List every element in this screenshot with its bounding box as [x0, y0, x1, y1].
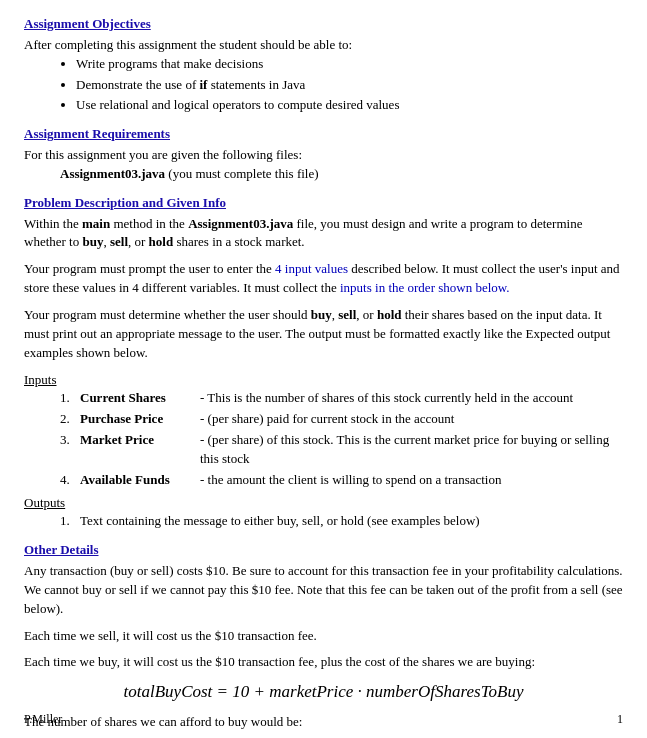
inputs-list: 1. Current Shares - This is the number o… — [60, 389, 623, 489]
outputs-label: Outputs — [24, 495, 65, 510]
list-item: 1. Text containing the message to either… — [60, 512, 623, 531]
list-item: Use relational and logical operators to … — [76, 96, 623, 115]
para3-buy: buy — [311, 307, 332, 322]
problem-para1: Within the main method in the Assignment… — [24, 215, 623, 253]
assignment-objectives-section: Assignment Objectives After completing t… — [24, 15, 623, 115]
para1-file: Assignment03.java — [188, 216, 293, 231]
assignment-requirements-title: Assignment Requirements — [24, 125, 623, 144]
assignment-requirements-section: Assignment Requirements For this assignm… — [24, 125, 623, 184]
file-name: Assignment03.java — [60, 166, 165, 181]
para2-highlight2: inputs in the order shown below. — [340, 280, 510, 295]
problem-description-section: Problem Description and Given Info Withi… — [24, 194, 623, 532]
para1-or: , or — [128, 234, 149, 249]
problem-para3: Your program must determine whether the … — [24, 306, 623, 363]
page-footer: P.Miller 1 — [24, 711, 623, 728]
para3-sell: sell — [338, 307, 356, 322]
outputs-list: 1. Text containing the message to either… — [60, 512, 623, 531]
outputs-section: Outputs 1. Text containing the message t… — [24, 494, 623, 532]
other-details-section: Other Details Any transaction (buy or se… — [24, 541, 623, 738]
other-para1: Any transaction (buy or sell) costs $10.… — [24, 562, 623, 619]
inputs-section: Inputs 1. Current Shares - This is the n… — [24, 371, 623, 490]
para1-sell: sell — [110, 234, 128, 249]
para1-main: main — [82, 216, 110, 231]
file-note: (you must complete this file) — [168, 166, 318, 181]
other-para2: Each time we sell, it will cost us the $… — [24, 627, 623, 646]
list-item: 3. Market Price - (per share) of this st… — [60, 431, 623, 469]
para1-mid: method in the — [110, 216, 188, 231]
list-item: 1. Current Shares - This is the number o… — [60, 389, 623, 408]
assignment-objectives-title: Assignment Objectives — [24, 15, 623, 34]
requirements-file: Assignment03.java (you must complete thi… — [60, 165, 623, 184]
other-details-title: Other Details — [24, 541, 623, 560]
keyword-if: if — [199, 77, 207, 92]
para1-buy: buy — [82, 234, 103, 249]
problem-description-body: Within the main method in the Assignment… — [24, 215, 623, 532]
para1-hold: hold — [149, 234, 174, 249]
list-item: Demonstrate the use of if statements in … — [76, 76, 623, 95]
footer-author: P.Miller — [24, 711, 62, 728]
objectives-list: Write programs that make decisions Demon… — [76, 55, 623, 116]
para1-tail: shares in a stock market. — [173, 234, 304, 249]
list-item: 4. Available Funds - the amount the clie… — [60, 471, 623, 490]
list-item: Write programs that make decisions — [76, 55, 623, 74]
requirements-intro: For this assignment you are given the fo… — [24, 146, 623, 165]
problem-para2: Your program must prompt the user to ent… — [24, 260, 623, 298]
para1-start: Within the — [24, 216, 82, 231]
assignment-requirements-body: For this assignment you are given the fo… — [24, 146, 623, 184]
para3-hold: hold — [377, 307, 402, 322]
para2-highlight: 4 input values — [275, 261, 348, 276]
inputs-label: Inputs — [24, 372, 57, 387]
list-item: 2. Purchase Price - (per share) paid for… — [60, 410, 623, 429]
assignment-objectives-body: After completing this assignment the stu… — [24, 36, 623, 115]
objectives-intro: After completing this assignment the stu… — [24, 36, 623, 55]
other-para3: Each time we buy, it will cost us the $1… — [24, 653, 623, 672]
problem-description-title: Problem Description and Given Info — [24, 194, 623, 213]
footer-page: 1 — [617, 711, 623, 728]
formula-total-buy-cost: totalBuyCost = 10 + marketPrice · number… — [24, 680, 623, 705]
